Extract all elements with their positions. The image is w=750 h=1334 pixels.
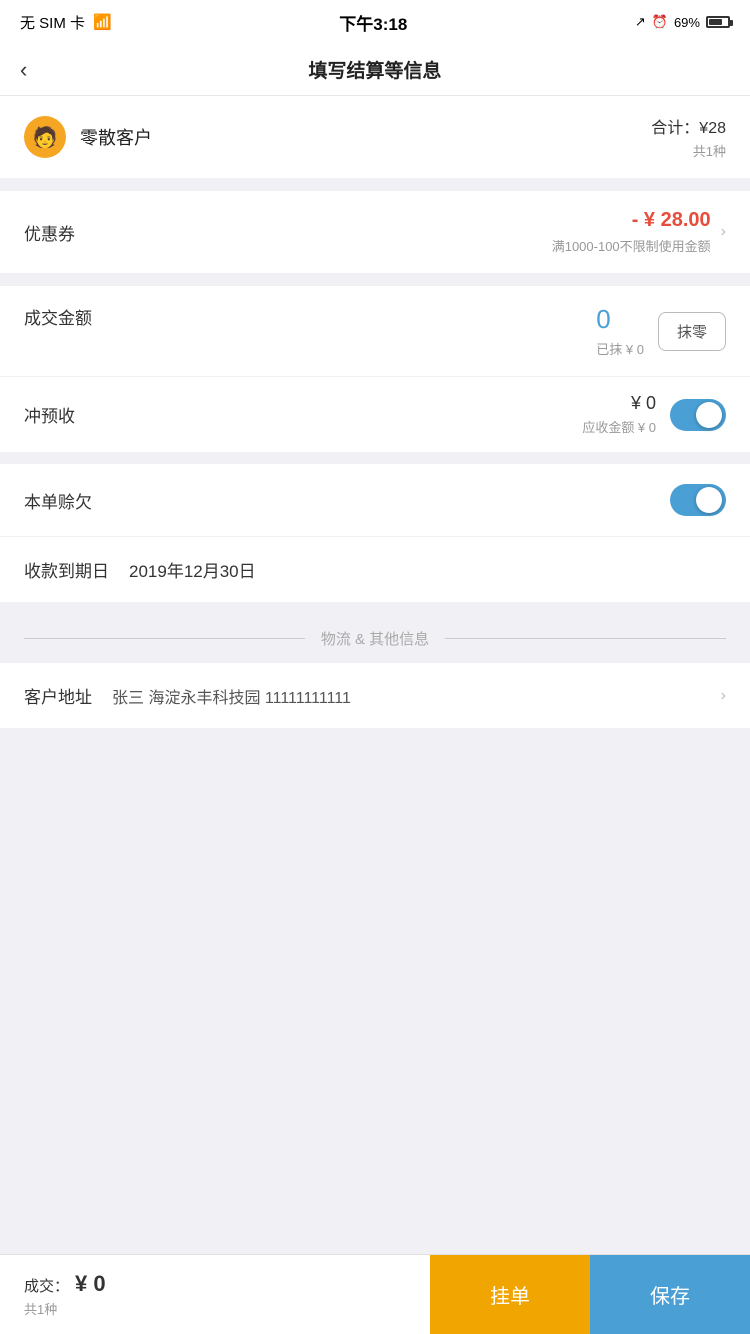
bottom-deal-amount: ¥ 0 xyxy=(75,1271,106,1297)
status-left: 无 SIM 卡 📶 xyxy=(20,12,112,33)
bottom-deal-info: 成交： ¥ 0 共1种 xyxy=(0,1271,430,1318)
coupon-section: 优惠券 - ¥ 28.00 满1000-100不限制使用金额 › xyxy=(0,190,750,273)
precharge-label: 冲预收 xyxy=(24,402,75,427)
total-amount: 合计：¥28 xyxy=(651,114,726,138)
status-bar: 无 SIM 卡 📶 下午3:18 ↗ ⏰ 69% xyxy=(0,0,750,44)
customer-row: 🧑 零散客户 合计：¥28 共1种 xyxy=(0,96,750,178)
back-button[interactable]: ‹ xyxy=(20,49,35,91)
wifi-icon: 📶 xyxy=(93,13,112,31)
nav-title: 填写结算等信息 xyxy=(308,56,441,83)
deal-amount-info: 0 已抹 ¥ 0 xyxy=(596,304,644,358)
debt-section: 本单赊欠 收款到期日 2019年12月30日 xyxy=(0,464,750,602)
coupon-info: - ¥ 28.00 满1000-100不限制使用金额 xyxy=(552,209,711,255)
no-sim-text: 无 SIM 卡 xyxy=(20,12,85,33)
logistics-section: 物流 & 其他信息 客户地址 张三 海淀永丰科技园 11111111111 › xyxy=(0,614,750,728)
precharge-values: ¥ 0 应收金额 ¥ 0 xyxy=(582,393,656,436)
customer-total: 合计：¥28 共1种 xyxy=(651,114,726,160)
avatar: 🧑 xyxy=(24,116,66,158)
debt-toggle-knob xyxy=(696,487,722,513)
toggle-knob xyxy=(696,402,722,428)
round-zero-button[interactable]: 抹零 xyxy=(658,312,726,351)
coupon-chevron-icon: › xyxy=(721,223,726,241)
address-chevron-icon: › xyxy=(721,687,726,705)
bottom-deal-label: 成交： xyxy=(24,1275,69,1296)
location-icon: ↗ xyxy=(635,14,646,30)
content: 🧑 零散客户 合计：¥28 共1种 优惠券 - ¥ 28.00 满1000-10… xyxy=(0,96,750,830)
precharge-row: 冲预收 ¥ 0 应收金额 ¥ 0 xyxy=(0,376,750,452)
customer-section: 🧑 零散客户 合计：¥28 共1种 xyxy=(0,96,750,178)
coupon-row[interactable]: 优惠券 - ¥ 28.00 满1000-100不限制使用金额 › xyxy=(0,190,750,273)
logistics-header: 物流 & 其他信息 xyxy=(0,614,750,663)
duedate-value: 2019年12月30日 xyxy=(129,557,256,582)
address-value: 张三 海淀永丰科技园 11111111111 xyxy=(112,684,721,708)
status-time: 下午3:18 xyxy=(339,10,407,35)
deal-section: 成交金额 0 已抹 ¥ 0 抹零 冲预收 ¥ 0 应收金额 ¥ 0 xyxy=(0,285,750,452)
battery-percent: 69% xyxy=(674,15,700,30)
address-label: 客户地址 xyxy=(24,683,92,708)
hold-button[interactable]: 挂单 xyxy=(430,1255,590,1334)
deal-amount-value: 0 xyxy=(596,304,644,335)
precharge-sub: 应收金额 ¥ 0 xyxy=(582,417,656,436)
coupon-label: 优惠券 xyxy=(24,220,75,245)
status-right: ↗ ⏰ 69% xyxy=(635,14,730,30)
duedate-label: 收款到期日 xyxy=(24,557,109,582)
duedate-row: 收款到期日 2019年12月30日 xyxy=(0,536,750,602)
coupon-amount: - ¥ 28.00 xyxy=(552,209,711,232)
customer-info: 🧑 零散客户 xyxy=(24,116,152,158)
address-row[interactable]: 客户地址 张三 海淀永丰科技园 11111111111 › xyxy=(0,663,750,728)
debt-toggle[interactable] xyxy=(670,484,726,516)
customer-name: 零散客户 xyxy=(80,124,152,150)
alarm-icon: ⏰ xyxy=(652,14,668,30)
logistics-line-right xyxy=(445,638,726,639)
debt-label: 本单赊欠 xyxy=(24,488,92,513)
precharge-toggle[interactable] xyxy=(670,399,726,431)
deal-amount-row: 成交金额 0 已抹 ¥ 0 抹零 xyxy=(0,285,750,376)
bottom-count: 共1种 xyxy=(24,1299,406,1318)
debt-row: 本单赊欠 xyxy=(0,464,750,536)
nav-bar: ‹ 填写结算等信息 xyxy=(0,44,750,96)
logistics-title: 物流 & 其他信息 xyxy=(321,628,429,649)
save-button[interactable]: 保存 xyxy=(590,1255,750,1334)
avatar-icon: 🧑 xyxy=(33,125,58,150)
precharge-right: ¥ 0 应收金额 ¥ 0 xyxy=(582,393,726,436)
coupon-desc: 满1000-100不限制使用金额 xyxy=(552,236,711,255)
bottom-bar: 成交： ¥ 0 共1种 挂单 保存 xyxy=(0,1254,750,1334)
deal-amount-sub: 已抹 ¥ 0 xyxy=(596,339,644,358)
precharge-amount: ¥ 0 xyxy=(582,393,656,414)
coupon-right: - ¥ 28.00 满1000-100不限制使用金额 › xyxy=(552,209,726,255)
deal-amount-right: 0 已抹 ¥ 0 抹零 xyxy=(596,304,726,358)
total-count: 共1种 xyxy=(651,141,726,160)
logistics-line-left xyxy=(24,638,305,639)
deal-amount-label: 成交金额 xyxy=(24,304,92,329)
battery-icon xyxy=(706,16,730,28)
